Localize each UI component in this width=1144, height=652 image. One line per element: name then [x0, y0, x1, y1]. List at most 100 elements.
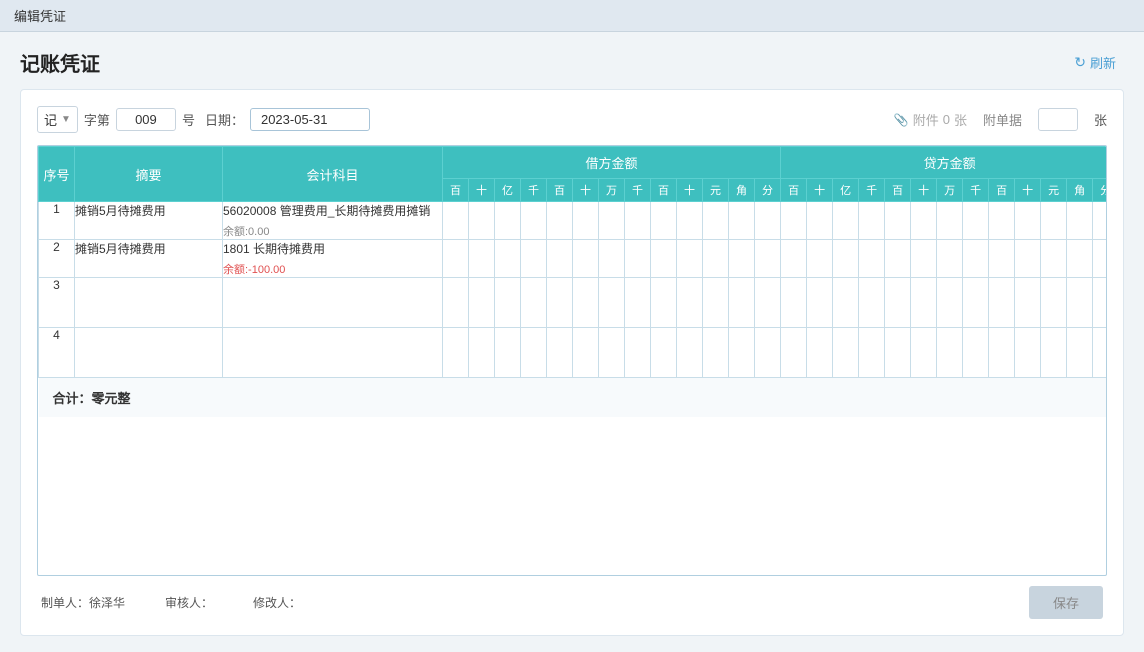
cell-debit-digit[interactable]	[729, 240, 755, 278]
cell-seq[interactable]: 2	[39, 240, 75, 278]
cell-credit-digit[interactable]	[1067, 278, 1093, 328]
cell-credit-digit[interactable]	[859, 202, 885, 240]
cell-credit-digit[interactable]	[807, 328, 833, 378]
cell-credit-digit[interactable]	[781, 328, 807, 378]
cell-credit-digit[interactable]	[807, 278, 833, 328]
zhang-input[interactable]	[1038, 108, 1078, 131]
attachment-link[interactable]: 📎 附件 0 张	[894, 110, 967, 129]
cell-debit-digit[interactable]	[469, 278, 495, 328]
cell-debit-digit[interactable]	[651, 278, 677, 328]
cell-debit-digit[interactable]	[703, 240, 729, 278]
cell-debit-digit[interactable]	[755, 328, 781, 378]
cell-credit-digit[interactable]	[1067, 202, 1093, 240]
cell-debit-digit[interactable]	[443, 202, 469, 240]
cell-credit-digit[interactable]	[885, 328, 911, 378]
cell-debit-digit[interactable]	[495, 202, 521, 240]
cell-debit-digit[interactable]	[521, 240, 547, 278]
cell-debit-digit[interactable]	[469, 240, 495, 278]
cell-debit-digit[interactable]	[547, 328, 573, 378]
cell-debit-digit[interactable]	[521, 202, 547, 240]
cell-seq[interactable]: 1	[39, 202, 75, 240]
cell-credit-digit[interactable]	[833, 278, 859, 328]
cell-debit-digit[interactable]	[469, 202, 495, 240]
cell-credit-digit[interactable]	[963, 278, 989, 328]
cell-credit-digit[interactable]	[833, 328, 859, 378]
cell-credit-digit[interactable]	[911, 240, 937, 278]
cell-debit-digit[interactable]	[755, 278, 781, 328]
cell-debit-digit[interactable]	[729, 202, 755, 240]
cell-credit-digit[interactable]	[833, 240, 859, 278]
cell-debit-digit[interactable]	[703, 278, 729, 328]
cell-debit-digit[interactable]	[677, 328, 703, 378]
number-input[interactable]	[116, 108, 176, 131]
cell-credit-digit[interactable]	[1093, 240, 1107, 278]
cell-credit-digit[interactable]	[859, 240, 885, 278]
cell-debit-digit[interactable]	[729, 328, 755, 378]
cell-credit-digit[interactable]	[1015, 328, 1041, 378]
cell-debit-digit[interactable]	[469, 328, 495, 378]
date-input[interactable]	[250, 108, 370, 131]
cell-debit-digit[interactable]	[651, 202, 677, 240]
cell-credit-digit[interactable]	[781, 240, 807, 278]
cell-credit-digit[interactable]	[989, 240, 1015, 278]
cell-account[interactable]	[223, 278, 443, 328]
cell-credit-digit[interactable]	[1015, 202, 1041, 240]
cell-debit-digit[interactable]	[729, 278, 755, 328]
cell-account[interactable]	[223, 328, 443, 378]
cell-credit-digit[interactable]	[833, 202, 859, 240]
cell-debit-digit[interactable]	[573, 328, 599, 378]
cell-credit-digit[interactable]	[989, 202, 1015, 240]
cell-credit-digit[interactable]	[1093, 202, 1107, 240]
cell-debit-digit[interactable]	[443, 328, 469, 378]
cell-debit-digit[interactable]	[495, 278, 521, 328]
cell-debit-digit[interactable]	[547, 240, 573, 278]
cell-debit-digit[interactable]	[547, 202, 573, 240]
cell-debit-digit[interactable]	[599, 240, 625, 278]
cell-credit-digit[interactable]	[859, 278, 885, 328]
cell-credit-digit[interactable]	[911, 328, 937, 378]
cell-credit-digit[interactable]	[989, 328, 1015, 378]
cell-credit-digit[interactable]	[937, 202, 963, 240]
cell-credit-digit[interactable]	[885, 278, 911, 328]
cell-credit-digit[interactable]	[1015, 278, 1041, 328]
cell-debit-digit[interactable]	[625, 240, 651, 278]
cell-credit-digit[interactable]	[1041, 202, 1067, 240]
cell-credit-digit[interactable]	[937, 240, 963, 278]
refresh-button[interactable]: ↻ 刷新	[1066, 49, 1124, 76]
cell-credit-digit[interactable]	[1067, 328, 1093, 378]
cell-credit-digit[interactable]	[807, 240, 833, 278]
cell-debit-digit[interactable]	[547, 278, 573, 328]
cell-account[interactable]: 1801 长期待摊费用余额:-100.00	[223, 240, 443, 278]
cell-debit-digit[interactable]	[495, 240, 521, 278]
cell-debit-digit[interactable]	[625, 278, 651, 328]
cell-credit-digit[interactable]	[911, 278, 937, 328]
cell-credit-digit[interactable]	[1015, 240, 1041, 278]
cell-debit-digit[interactable]	[703, 202, 729, 240]
cell-credit-digit[interactable]	[1041, 240, 1067, 278]
cell-debit-digit[interactable]	[599, 202, 625, 240]
cell-debit-digit[interactable]	[755, 240, 781, 278]
cell-credit-digit[interactable]	[807, 202, 833, 240]
cell-debit-digit[interactable]	[443, 240, 469, 278]
cell-credit-digit[interactable]	[989, 278, 1015, 328]
cell-summary[interactable]: 摊销5月待摊费用	[75, 240, 223, 278]
cell-debit-digit[interactable]	[521, 278, 547, 328]
cell-debit-digit[interactable]	[599, 328, 625, 378]
cell-credit-digit[interactable]	[1067, 240, 1093, 278]
cell-debit-digit[interactable]	[573, 278, 599, 328]
cell-summary[interactable]	[75, 328, 223, 378]
cell-account[interactable]: 56020008 管理费用_长期待摊费用摊销余额:0.00	[223, 202, 443, 240]
cell-summary[interactable]: 摊销5月待摊费用	[75, 202, 223, 240]
cell-debit-digit[interactable]	[677, 278, 703, 328]
cell-credit-digit[interactable]	[963, 240, 989, 278]
cell-credit-digit[interactable]	[937, 328, 963, 378]
cell-seq[interactable]: 3	[39, 278, 75, 328]
cell-debit-digit[interactable]	[573, 240, 599, 278]
save-button[interactable]: 保存	[1029, 586, 1103, 619]
cell-credit-digit[interactable]	[1041, 328, 1067, 378]
cell-credit-digit[interactable]	[963, 328, 989, 378]
cell-seq[interactable]: 4	[39, 328, 75, 378]
cell-summary[interactable]	[75, 278, 223, 328]
cell-credit-digit[interactable]	[885, 202, 911, 240]
voucher-table-wrap[interactable]: 序号 摘要 会计科目 借方金额 贷方金额 百十亿千百十万千百十元角分百十亿千百十…	[37, 145, 1107, 576]
